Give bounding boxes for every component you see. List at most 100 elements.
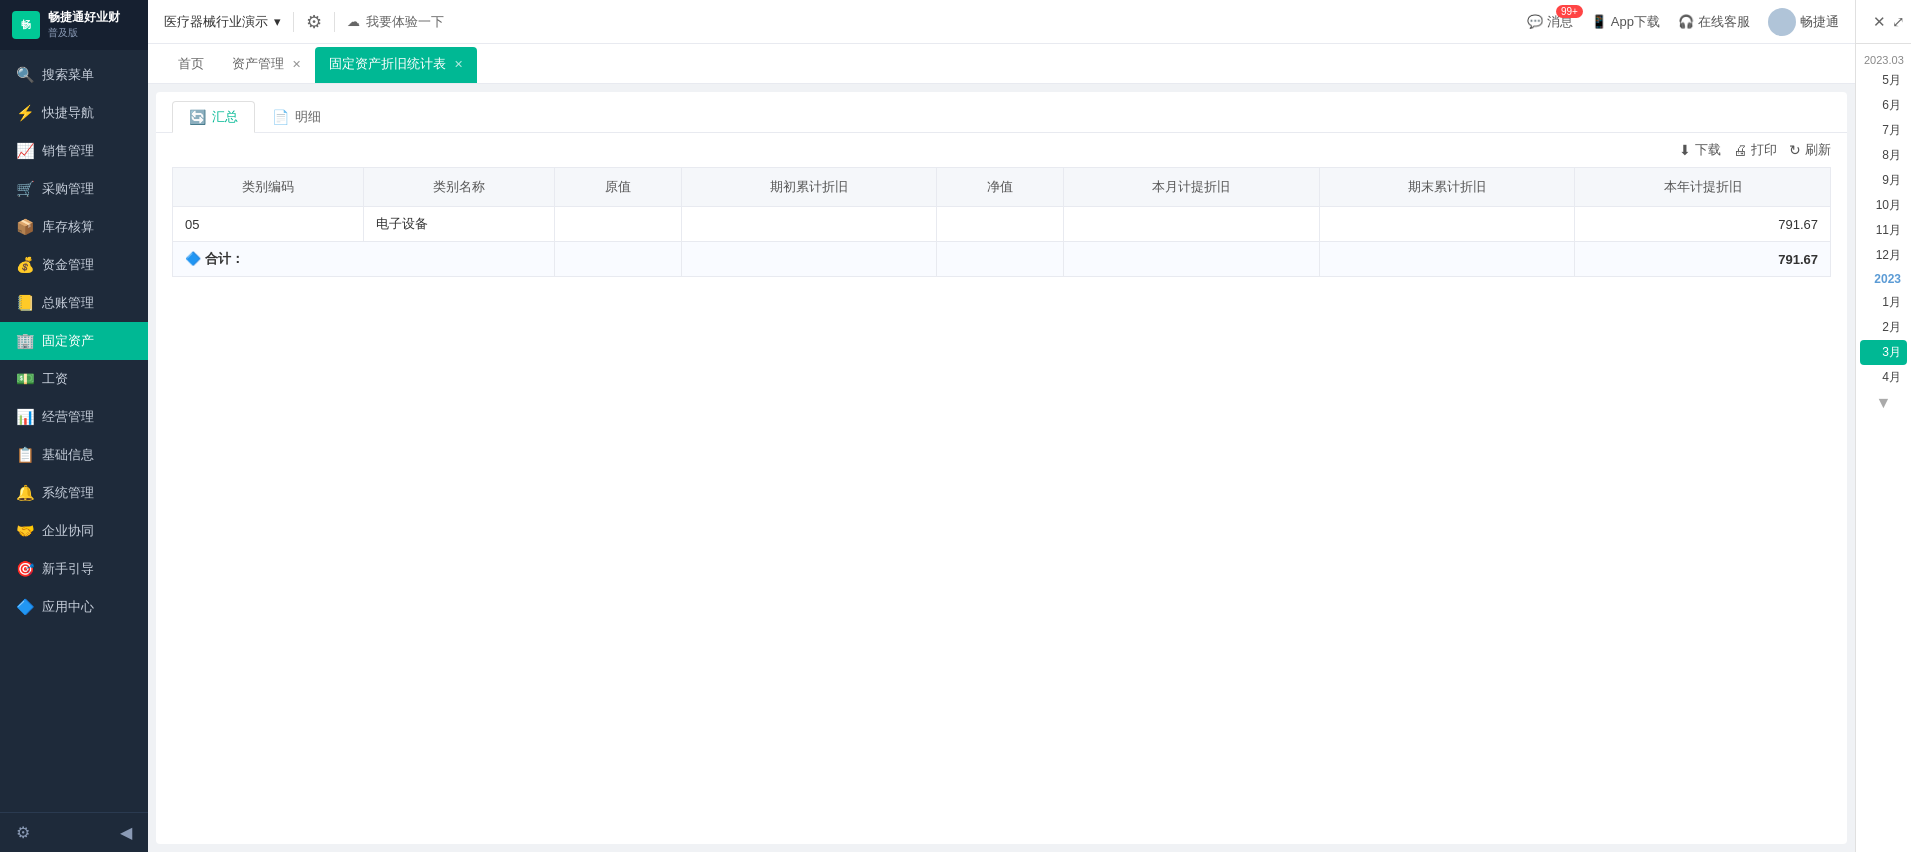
table-row: 05电子设备791.67 bbox=[173, 207, 1831, 242]
refresh-icon: ↻ bbox=[1789, 142, 1801, 158]
date-month-3月[interactable]: 3月 bbox=[1860, 340, 1907, 365]
date-list: 2023.035月6月7月8月9月10月11月12月20231月2月3月4月▼ bbox=[1856, 44, 1911, 852]
date-month-11月[interactable]: 11月 bbox=[1856, 218, 1911, 243]
content-area: 🔄汇总📄明细 ⬇ 下载 🖨 打印 ↻ 刷新 类别编码类别名称原值期初累计折旧净值… bbox=[156, 92, 1847, 844]
col-类别名称: 类别名称 bbox=[364, 168, 555, 207]
sidebar-item-finance[interactable]: 💰资金管理 bbox=[0, 246, 148, 284]
cloud-icon: ☁ bbox=[347, 14, 360, 29]
divider-2 bbox=[334, 12, 335, 32]
sidebar-item-quick-nav[interactable]: ⚡快捷导航 bbox=[0, 94, 148, 132]
sidebar-item-enterprise[interactable]: 🤝企业协同 bbox=[0, 512, 148, 550]
sidebar-item-system[interactable]: 🔔系统管理 bbox=[0, 474, 148, 512]
dropdown-icon: ▾ bbox=[274, 14, 281, 29]
right-panel: ✕ ⤢ 2023.035月6月7月8月9月10月11月12月20231月2月3月… bbox=[1855, 0, 1911, 852]
tab-固定资产折旧统计表[interactable]: 固定资产折旧统计表✕ bbox=[315, 47, 477, 83]
user-menu[interactable]: 畅捷通 bbox=[1768, 8, 1839, 36]
sidebar-item-inventory[interactable]: 📦库存核算 bbox=[0, 208, 148, 246]
company-selector[interactable]: 医疗器械行业演示 ▾ bbox=[164, 13, 281, 31]
sidebar-item-guide[interactable]: 🎯新手引导 bbox=[0, 550, 148, 588]
sub-tab-汇总[interactable]: 🔄汇总 bbox=[172, 101, 255, 133]
bell-icon: 💬 bbox=[1527, 14, 1543, 29]
tab-close-icon[interactable]: ✕ bbox=[292, 58, 301, 71]
sidebar-item-fixed-assets[interactable]: 🏢固定资产 bbox=[0, 322, 148, 360]
col-本年计提折旧: 本年计提折旧 bbox=[1575, 168, 1831, 207]
apps-icon: 🔷 bbox=[16, 598, 34, 616]
refresh-button[interactable]: ↻ 刷新 bbox=[1789, 141, 1831, 159]
fixed-assets-icon: 🏢 bbox=[16, 332, 34, 350]
sidebar-header: 畅 畅捷通好业财 普及版 bbox=[0, 0, 148, 50]
date-month-2月[interactable]: 2月 bbox=[1856, 315, 1911, 340]
operations-icon: 📊 bbox=[16, 408, 34, 426]
date-month-12月[interactable]: 12月 bbox=[1856, 243, 1911, 268]
date-month-1月[interactable]: 1月 bbox=[1856, 290, 1911, 315]
payroll-icon: 💵 bbox=[16, 370, 34, 388]
table-wrapper: 类别编码类别名称原值期初累计折旧净值本月计提折旧期末累计折旧本年计提折旧 05电… bbox=[156, 167, 1847, 844]
sidebar-item-operations[interactable]: 📊经营管理 bbox=[0, 398, 148, 436]
depreciation-table: 类别编码类别名称原值期初累计折旧净值本月计提折旧期末累计折旧本年计提折旧 05电… bbox=[172, 167, 1831, 277]
system-icon: 🔔 bbox=[16, 484, 34, 502]
sidebar-footer: ⚙ ◀ bbox=[0, 812, 148, 852]
tab-资产管理[interactable]: 资产管理✕ bbox=[218, 47, 315, 83]
basic-info-icon: 📋 bbox=[16, 446, 34, 464]
enterprise-icon: 🤝 bbox=[16, 522, 34, 540]
settings-icon[interactable]: ⚙ bbox=[16, 823, 30, 842]
download-button[interactable]: ⬇ 下载 bbox=[1679, 141, 1721, 159]
sub-tab-icon: 📄 bbox=[272, 109, 289, 125]
experience-button[interactable]: ☁ 我要体验一下 bbox=[347, 13, 444, 31]
avatar bbox=[1768, 8, 1796, 36]
col-期末累计折旧: 期末累计折旧 bbox=[1319, 168, 1575, 207]
sidebar-nav: 🔍搜索菜单⚡快捷导航📈销售管理🛒采购管理📦库存核算💰资金管理📒总账管理🏢固定资产… bbox=[0, 50, 148, 812]
tab-首页[interactable]: 首页 bbox=[164, 47, 218, 83]
total-row: 🔷合计：791.67 bbox=[173, 242, 1831, 277]
company-name: 医疗器械行业演示 bbox=[164, 13, 268, 31]
sidebar-item-payroll[interactable]: 💵工资 bbox=[0, 360, 148, 398]
date-month-10月[interactable]: 10月 bbox=[1856, 193, 1911, 218]
app-logo: 畅 bbox=[12, 11, 40, 39]
date-month-5月[interactable]: 5月 bbox=[1856, 68, 1911, 93]
date-month-8月[interactable]: 8月 bbox=[1856, 143, 1911, 168]
date-month-7月[interactable]: 7月 bbox=[1856, 118, 1911, 143]
col-净值: 净值 bbox=[937, 168, 1064, 207]
sidebar-item-apps[interactable]: 🔷应用中心 bbox=[0, 588, 148, 626]
app-download-button[interactable]: 📱 App下载 bbox=[1591, 13, 1660, 31]
sidebar-item-ledger[interactable]: 📒总账管理 bbox=[0, 284, 148, 322]
date-year-2023: 2023 bbox=[1856, 268, 1911, 290]
inventory-icon: 📦 bbox=[16, 218, 34, 236]
col-期初累计折旧: 期初累计折旧 bbox=[681, 168, 937, 207]
ledger-icon: 📒 bbox=[16, 294, 34, 312]
collapse-icon[interactable]: ◀ bbox=[120, 823, 132, 842]
col-类别编码: 类别编码 bbox=[173, 168, 364, 207]
date-month-6月[interactable]: 6月 bbox=[1856, 93, 1911, 118]
finance-icon: 💰 bbox=[16, 256, 34, 274]
print-icon: 🖨 bbox=[1733, 142, 1747, 158]
download-icon: 📱 bbox=[1591, 14, 1607, 29]
sidebar-item-purchase[interactable]: 🛒采购管理 bbox=[0, 170, 148, 208]
main-area: 医疗器械行业演示 ▾ ⚙ ☁ 我要体验一下 💬 消息 99+ 📱 App下载 🎧… bbox=[148, 0, 1855, 852]
notification-button[interactable]: 💬 消息 99+ bbox=[1527, 13, 1573, 31]
print-button[interactable]: 🖨 打印 bbox=[1733, 141, 1777, 159]
col-原值: 原值 bbox=[555, 168, 682, 207]
tab-close-icon[interactable]: ✕ bbox=[454, 58, 463, 71]
divider-1 bbox=[293, 12, 294, 32]
service-icon: 🎧 bbox=[1678, 14, 1694, 29]
panel-expand-icon[interactable]: ⤢ bbox=[1892, 13, 1905, 31]
table-toolbar: ⬇ 下载 🖨 打印 ↻ 刷新 bbox=[156, 133, 1847, 167]
topbar-settings-icon[interactable]: ⚙ bbox=[306, 11, 322, 33]
online-service-button[interactable]: 🎧 在线客服 bbox=[1678, 13, 1750, 31]
col-本月计提折旧: 本月计提折旧 bbox=[1064, 168, 1320, 207]
topbar: 医疗器械行业演示 ▾ ⚙ ☁ 我要体验一下 💬 消息 99+ 📱 App下载 🎧… bbox=[148, 0, 1855, 44]
app-name: 畅捷通好业财 bbox=[48, 10, 120, 26]
sidebar-item-basic-info[interactable]: 📋基础信息 bbox=[0, 436, 148, 474]
download-icon: ⬇ bbox=[1679, 142, 1691, 158]
date-month-4月[interactable]: 4月 bbox=[1856, 365, 1911, 390]
date-year-top: 2023.03 bbox=[1856, 52, 1911, 68]
search-icon: 🔍 bbox=[16, 66, 34, 84]
panel-close-icon[interactable]: ✕ bbox=[1873, 13, 1886, 31]
sub-tab-明细[interactable]: 📄明细 bbox=[255, 100, 338, 132]
date-month-9月[interactable]: 9月 bbox=[1856, 168, 1911, 193]
tab-bar: 首页资产管理✕固定资产折旧统计表✕ bbox=[148, 44, 1855, 84]
guide-icon: 🎯 bbox=[16, 560, 34, 578]
date-arrow-down[interactable]: ▼ bbox=[1856, 390, 1911, 416]
sidebar-item-sales[interactable]: 📈销售管理 bbox=[0, 132, 148, 170]
sidebar-item-search[interactable]: 🔍搜索菜单 bbox=[0, 56, 148, 94]
